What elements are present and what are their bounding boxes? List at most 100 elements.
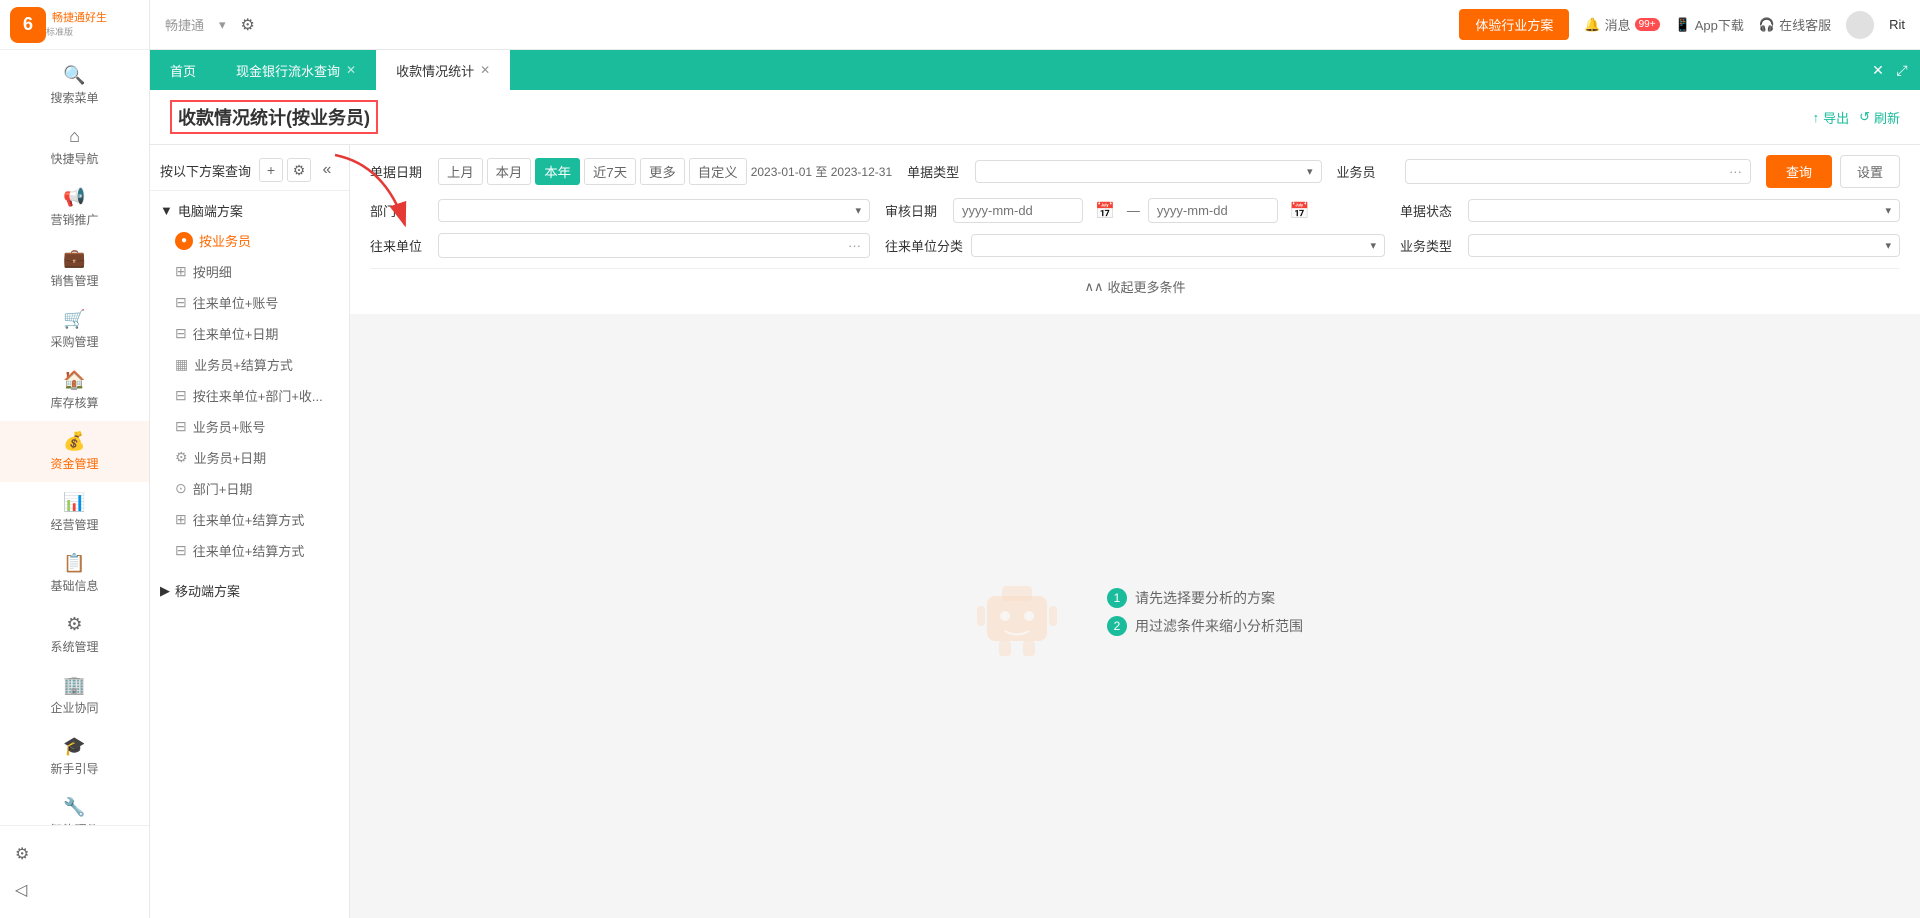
collapse-more-btn[interactable]: ∧∧ 收起更多条件: [370, 268, 1900, 304]
filter-row-2: 部门 ▾ 审核日期 📅 — 📅: [370, 198, 1900, 223]
collapse-more-label: 收起更多条件: [1108, 277, 1186, 296]
detail-scheme-icon: ⊞: [175, 263, 187, 280]
sidebar-item-purchase-label: 采购管理: [50, 333, 98, 350]
desktop-section-arrow: ▼: [160, 203, 173, 218]
sidebar-item-purchase[interactable]: 🛒 采购管理: [0, 299, 149, 360]
sidebar-item-enterprise[interactable]: 🏢 企业协同: [0, 665, 149, 726]
sidebar-item-inventory[interactable]: 🏠 库存核算: [0, 360, 149, 421]
review-date-label: 审核日期: [885, 201, 945, 220]
mobile-section-header[interactable]: ▶ 移动端方案: [150, 576, 349, 605]
tip-1-text: 请先选择要分析的方案: [1135, 588, 1275, 608]
tab-home-label: 首页: [170, 61, 196, 80]
desktop-section-header[interactable]: ▼ 电脑端方案: [150, 196, 349, 225]
refresh-button[interactable]: ↺ 刷新: [1859, 108, 1900, 127]
topbar: 畅捷通 ▾ ⚙ 体验行业方案 🔔 消息 99+ 📱 App下载 🎧 在线客服: [150, 0, 1920, 50]
scheme-item-dept-date[interactable]: ⊙ 部门+日期: [150, 473, 349, 504]
review-date-to-input[interactable]: [1148, 198, 1278, 223]
date-btn-last-month[interactable]: 上月: [438, 158, 483, 185]
page-title: 收款情况统计(按业务员): [170, 100, 378, 134]
sidebar-bottom: ⚙ ◁: [0, 825, 149, 918]
scheme-item-partner-settle2[interactable]: ⊟ 往来单位+结算方式: [150, 535, 349, 566]
message-area[interactable]: 🔔 消息 99+: [1584, 15, 1659, 34]
scheme-add-btn[interactable]: +: [259, 158, 283, 182]
doc-type-select[interactable]: ▾: [975, 160, 1321, 183]
sidebar-item-basic[interactable]: 📋 基础信息: [0, 543, 149, 604]
tab-bank-flow-close[interactable]: ✕: [346, 63, 356, 77]
trial-button[interactable]: 体验行业方案: [1459, 9, 1569, 40]
scheme-item-detail[interactable]: ⊞ 按明细: [150, 256, 349, 287]
breadcrumb-dropdown-icon[interactable]: ▾: [219, 17, 226, 33]
dept-date-icon: ⊙: [175, 480, 187, 497]
filter-row-1: 单据日期 上月 本月 本年 近7天 更多 自定义 2023-01-01 至 20…: [370, 155, 1900, 188]
tab-collection-stats[interactable]: 收款情况统计 ✕: [376, 50, 510, 90]
sidebar-item-hardware[interactable]: 🔧 智能硬件: [0, 787, 149, 825]
sidebar-item-search[interactable]: 🔍 搜索菜单: [0, 55, 149, 116]
dept-dropdown-icon: ▾: [855, 204, 861, 217]
scheme-item-staff-date[interactable]: ⚙ 业务员+日期: [150, 442, 349, 473]
sidebar-collapse-btn[interactable]: ◁: [0, 872, 149, 908]
date-btn-custom[interactable]: 自定义: [689, 158, 747, 185]
filter-date-item: 单据日期 上月 本月 本年 近7天 更多 自定义 2023-01-01 至 20…: [370, 158, 892, 185]
partner-type-select[interactable]: ▾: [971, 234, 1385, 257]
sidebar-item-system[interactable]: ⚙ 系统管理: [0, 604, 149, 665]
tab-bank-flow[interactable]: 现金银行流水查询 ✕: [216, 50, 376, 90]
empty-tip-1: 1 请先选择要分析的方案: [1107, 588, 1303, 608]
tab-collection-stats-close[interactable]: ✕: [480, 63, 490, 77]
dept-label: 部门: [370, 201, 430, 220]
staff-date-icon: ⚙: [175, 449, 188, 466]
date-btn-7days[interactable]: 近7天: [584, 158, 636, 185]
partner-date-icon: ⊟: [175, 325, 187, 342]
scheme-panel: 按以下方案查询 + ⚙ « ▼ 电脑端方案 ●: [150, 145, 350, 918]
scheme-collapse-btn[interactable]: «: [315, 158, 339, 182]
scheme-item-partner-settle1[interactable]: ⊞ 往来单位+结算方式: [150, 504, 349, 535]
doc-status-select[interactable]: ▾: [1468, 199, 1900, 222]
partner-select[interactable]: ···: [438, 233, 870, 258]
sidebar-item-quicknav[interactable]: ⌂ 快捷导航: [0, 116, 149, 177]
scheme-item-staff[interactable]: ● 按业务员: [150, 225, 349, 256]
service-icon: 🎧: [1759, 17, 1775, 33]
phone-icon: 📱: [1675, 17, 1691, 33]
scheme-item-staff-settle[interactable]: ▦ 业务员+结算方式: [150, 349, 349, 380]
biz-type-label: 业务类型: [1400, 236, 1460, 255]
date-btn-more[interactable]: 更多: [640, 158, 685, 185]
topbar-settings-icon[interactable]: ⚙: [241, 15, 255, 35]
window-expand-btn[interactable]: ⤢: [1894, 62, 1910, 78]
sidebar-item-sales[interactable]: 💼 销售管理: [0, 238, 149, 299]
filter-actions: 查询 设置: [1766, 155, 1900, 188]
sidebar-settings-btn[interactable]: ⚙: [0, 836, 149, 872]
user-name: Rit: [1889, 17, 1905, 32]
partner-more-icon: ···: [848, 238, 861, 253]
filter-review-date-item: 审核日期 📅 — 📅: [885, 198, 1385, 223]
scheme-settings-btn[interactable]: ⚙: [287, 158, 311, 182]
tab-home[interactable]: 首页: [150, 50, 216, 90]
sidebar-item-newbie[interactable]: 🎓 新手引导: [0, 726, 149, 787]
date-btn-this-year[interactable]: 本年: [535, 158, 580, 185]
system-icon: ⚙: [66, 614, 82, 635]
window-buttons: ✕ ⤢: [1870, 62, 1920, 78]
user-avatar[interactable]: [1846, 11, 1874, 39]
staff-select[interactable]: ···: [1405, 159, 1751, 184]
query-button[interactable]: 查询: [1766, 155, 1832, 188]
setting-button[interactable]: 设置: [1840, 155, 1900, 188]
review-date-from-input[interactable]: [953, 198, 1083, 223]
basic-icon: 📋: [63, 553, 85, 574]
partner-account-icon: ⊟: [175, 294, 187, 311]
online-service-area[interactable]: 🎧 在线客服: [1759, 15, 1831, 34]
biz-type-select[interactable]: ▾: [1468, 234, 1900, 257]
sidebar-item-search-label: 搜索菜单: [50, 89, 98, 106]
finance-icon: 💰: [63, 431, 85, 452]
window-close-btn[interactable]: ✕: [1870, 62, 1886, 78]
scheme-item-staff-account[interactable]: ⊟ 业务员+账号: [150, 411, 349, 442]
dept-select[interactable]: ▾: [438, 199, 870, 222]
scheme-item-partner-dept[interactable]: ⊟ 按往来单位+部门+收...: [150, 380, 349, 411]
partner-type-label: 往来单位分类: [885, 236, 963, 255]
date-btn-this-month[interactable]: 本月: [487, 158, 532, 185]
sidebar-item-operation[interactable]: 📊 经营管理: [0, 482, 149, 543]
sidebar-item-finance[interactable]: 💰 资金管理: [0, 421, 149, 482]
export-button[interactable]: ↑ 导出: [1813, 108, 1850, 127]
app-download-area[interactable]: 📱 App下载: [1675, 15, 1744, 34]
scheme-item-partner-date[interactable]: ⊟ 往来单位+日期: [150, 318, 349, 349]
scheme-item-partner-account[interactable]: ⊟ 往来单位+账号: [150, 287, 349, 318]
sidebar-item-marketing[interactable]: 📢 营销推广: [0, 177, 149, 238]
sidebar-item-enterprise-label: 企业协同: [50, 699, 98, 716]
